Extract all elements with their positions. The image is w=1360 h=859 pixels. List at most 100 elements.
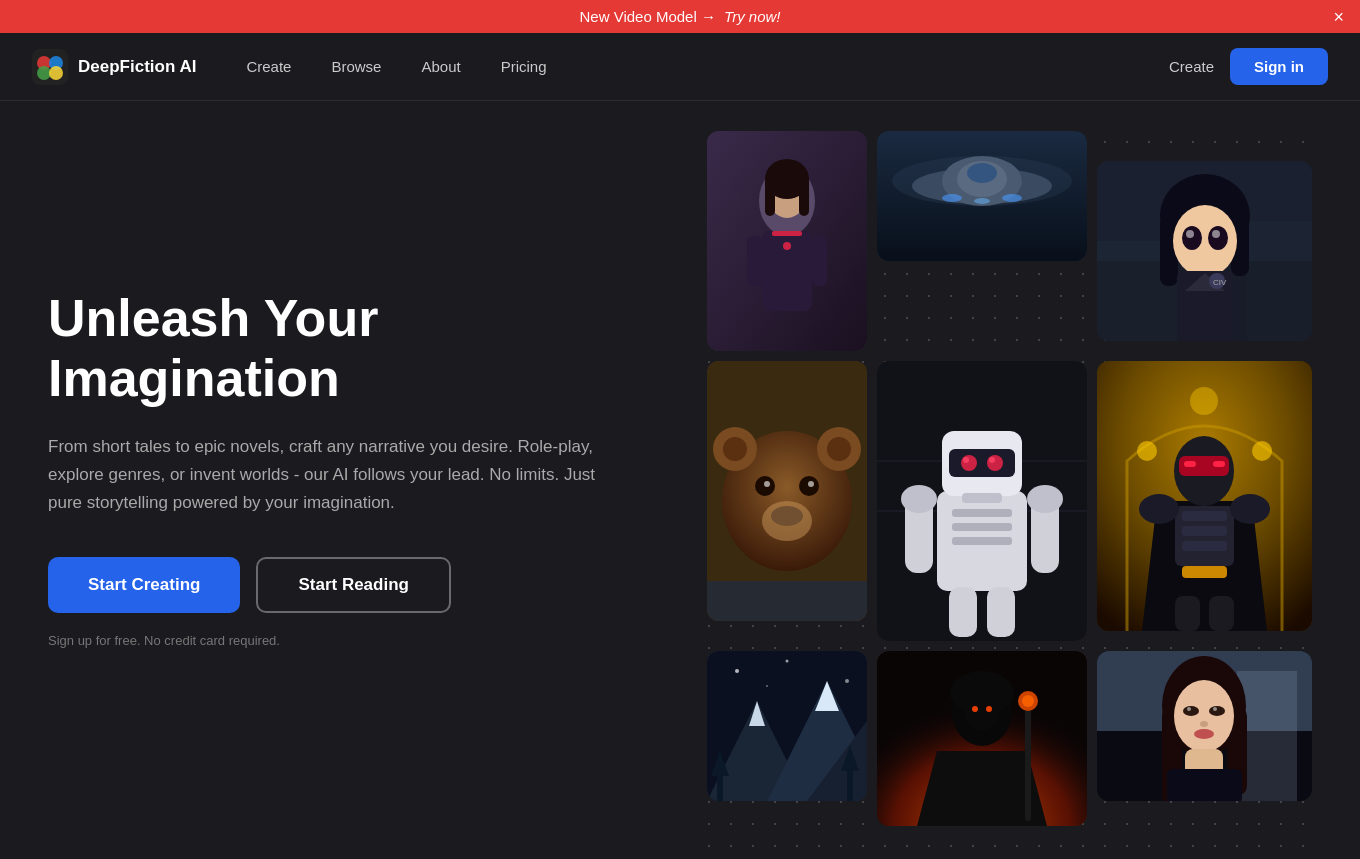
- svg-point-49: [967, 163, 997, 183]
- svg-rect-66: [952, 537, 1012, 545]
- svg-rect-111: [1182, 526, 1227, 536]
- svg-point-50: [942, 194, 962, 202]
- image-bear: [707, 361, 867, 621]
- image-spaceship: [877, 131, 1087, 261]
- hero-content: Unleash Your Imagination From short tale…: [48, 101, 668, 856]
- svg-rect-70: [987, 587, 1015, 637]
- svg-rect-112: [1182, 541, 1227, 551]
- svg-point-95: [1208, 226, 1228, 250]
- nav-create-action[interactable]: Create: [1169, 58, 1214, 75]
- image-armored-figure: [1097, 361, 1312, 631]
- svg-point-52: [974, 198, 990, 204]
- svg-point-106: [1190, 387, 1218, 415]
- svg-text:CIV: CIV: [1213, 278, 1227, 287]
- svg-point-72: [1027, 485, 1063, 513]
- svg-rect-121: [1209, 596, 1234, 631]
- hero-title: Unleash Your Imagination: [48, 289, 668, 409]
- svg-rect-65: [952, 523, 1012, 531]
- hero-images: CIV: [668, 101, 1312, 856]
- nav-about[interactable]: About: [403, 50, 478, 83]
- svg-point-3: [37, 66, 51, 80]
- hero-section: Unleash Your Imagination From short tale…: [0, 101, 1360, 856]
- svg-point-59: [961, 455, 977, 471]
- svg-rect-116: [1184, 461, 1196, 467]
- svg-point-134: [1194, 729, 1214, 739]
- svg-rect-58: [949, 449, 1015, 477]
- svg-rect-78: [1025, 701, 1031, 821]
- svg-point-82: [972, 706, 978, 712]
- hero-buttons: Start Creating Start Reading: [48, 557, 668, 613]
- svg-point-33: [766, 685, 768, 687]
- svg-point-4: [49, 66, 63, 80]
- svg-point-20: [723, 437, 747, 461]
- nav-pricing[interactable]: Pricing: [483, 50, 565, 83]
- svg-rect-12: [765, 176, 775, 216]
- svg-point-60: [987, 455, 1003, 471]
- start-reading-button[interactable]: Start Reading: [256, 557, 451, 613]
- svg-point-94: [1182, 226, 1202, 250]
- hero-footnote: Sign up for free. No credit card require…: [48, 633, 668, 648]
- svg-point-97: [1212, 230, 1220, 238]
- svg-rect-113: [1182, 566, 1227, 578]
- logo-link[interactable]: DeepFiction AI: [32, 49, 196, 85]
- banner-arrow: →: [701, 8, 716, 25]
- svg-point-83: [986, 706, 992, 712]
- svg-rect-13: [799, 176, 809, 216]
- svg-point-131: [1187, 707, 1191, 711]
- nav-browse[interactable]: Browse: [313, 50, 399, 83]
- svg-point-132: [1213, 707, 1217, 711]
- svg-point-62: [989, 457, 995, 463]
- logo-icon: [32, 49, 68, 85]
- navbar: DeepFiction AI Create Browse About Prici…: [0, 33, 1360, 101]
- svg-rect-41: [847, 766, 853, 801]
- svg-point-118: [1139, 494, 1179, 524]
- svg-rect-117: [1213, 461, 1225, 467]
- svg-rect-69: [949, 587, 977, 637]
- svg-point-51: [1002, 194, 1022, 202]
- hero-description: From short tales to epic novels, craft a…: [48, 433, 608, 517]
- svg-point-119: [1230, 494, 1270, 524]
- svg-rect-64: [952, 509, 1012, 517]
- banner-close-button[interactable]: ×: [1333, 8, 1344, 26]
- svg-point-71: [901, 485, 937, 513]
- nav-actions: Create Sign in: [1169, 48, 1328, 85]
- svg-rect-63: [962, 493, 1002, 503]
- svg-point-32: [845, 679, 849, 683]
- start-creating-button[interactable]: Start Creating: [48, 557, 240, 613]
- svg-rect-28: [707, 581, 867, 621]
- svg-point-27: [762, 501, 812, 541]
- nav-links: Create Browse About Pricing: [228, 50, 1169, 83]
- nav-create[interactable]: Create: [228, 50, 309, 83]
- image-anime-girl: CIV: [1097, 161, 1312, 341]
- svg-point-104: [1137, 441, 1157, 461]
- svg-point-128: [1174, 680, 1234, 752]
- svg-point-30: [735, 669, 739, 673]
- image-grid: CIV: [677, 101, 1312, 856]
- svg-point-81: [964, 691, 1000, 731]
- svg-point-133: [1200, 721, 1208, 727]
- svg-rect-120: [1175, 596, 1200, 631]
- image-mountain: [707, 651, 867, 801]
- image-warrior: [707, 131, 867, 351]
- svg-rect-0: [32, 49, 68, 85]
- svg-rect-8: [747, 236, 762, 286]
- svg-point-31: [786, 660, 789, 663]
- svg-point-25: [808, 481, 814, 487]
- svg-point-130: [1209, 706, 1225, 716]
- svg-point-105: [1252, 441, 1272, 461]
- svg-point-15: [783, 242, 791, 250]
- image-brunette-woman: [1097, 651, 1312, 801]
- signin-button[interactable]: Sign in: [1230, 48, 1328, 85]
- svg-rect-136: [1167, 769, 1242, 801]
- svg-point-96: [1186, 230, 1194, 238]
- banner-cta[interactable]: Try now!: [724, 8, 780, 25]
- svg-point-24: [764, 481, 770, 487]
- logo-text: DeepFiction AI: [78, 57, 196, 77]
- svg-point-80: [1022, 695, 1034, 707]
- svg-rect-9: [812, 236, 827, 286]
- image-dark-villain: [877, 651, 1087, 826]
- svg-rect-14: [772, 231, 802, 236]
- svg-point-61: [963, 457, 969, 463]
- banner-text: New Video Model: [579, 8, 696, 25]
- svg-point-21: [827, 437, 851, 461]
